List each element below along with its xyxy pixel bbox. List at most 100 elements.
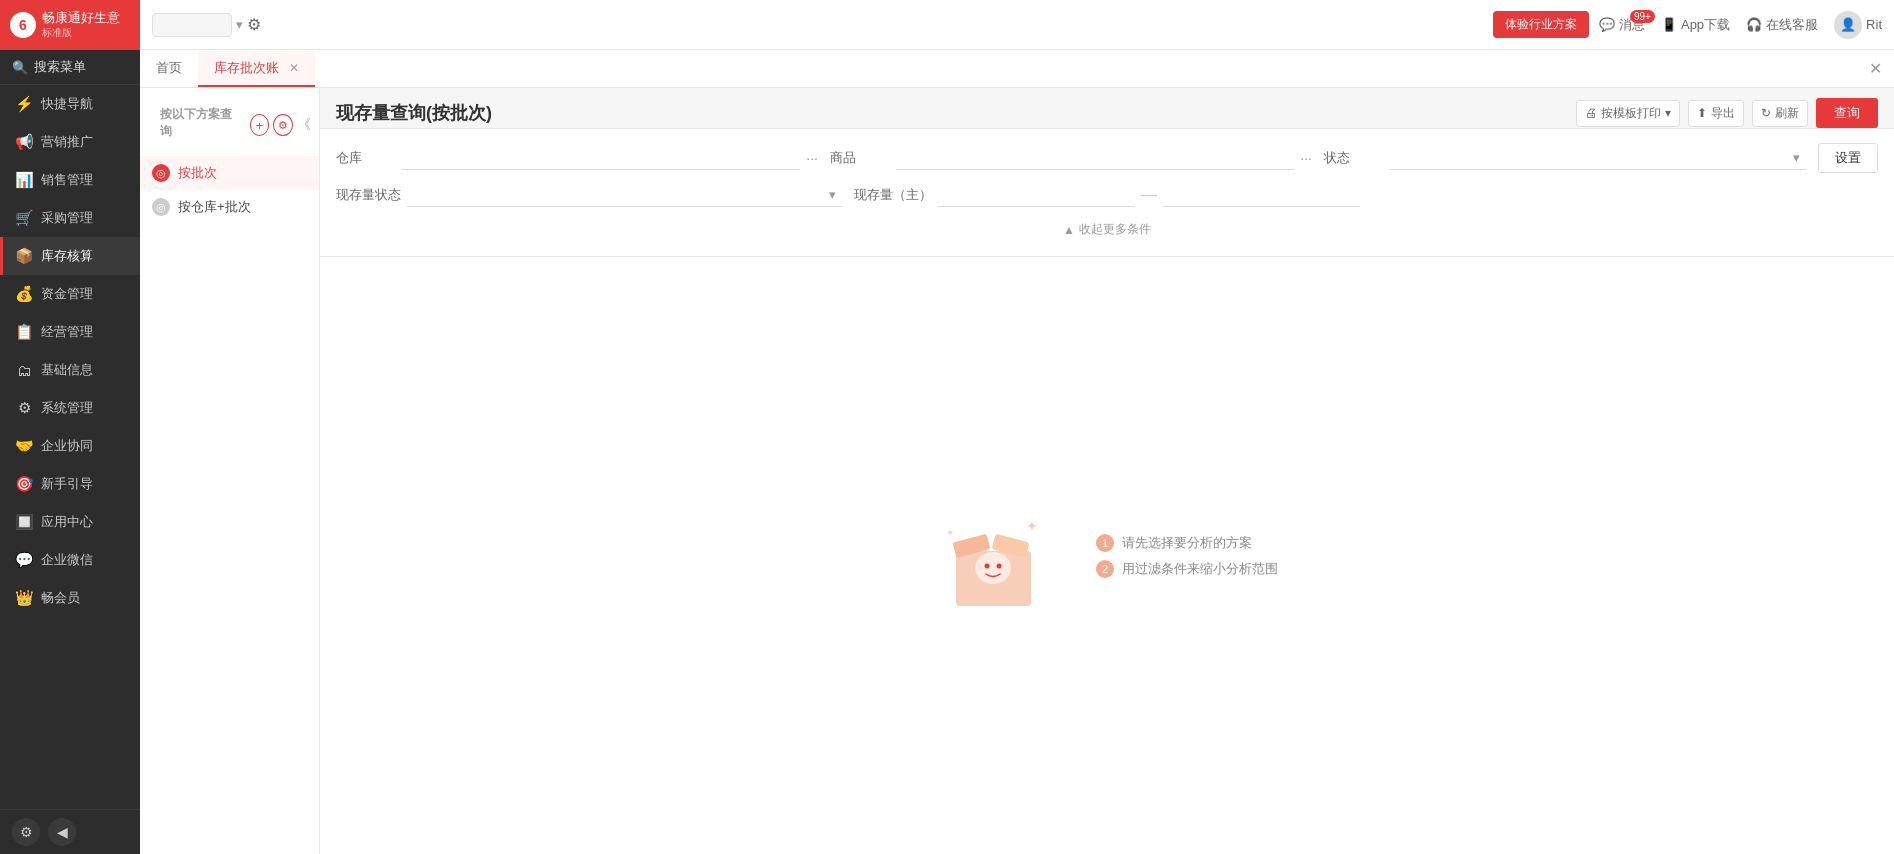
sidebar-item-basic[interactable]: 🗂 基础信息 (0, 351, 140, 389)
stock-qty-filter: 现存量（主） — (854, 183, 1360, 207)
search-icon: 🔍 (12, 60, 28, 75)
print-icon: 🖨 (1585, 106, 1597, 120)
nav-label-wechat: 企业微信 (41, 551, 93, 569)
header-actions: 🖨 按模板打印 ▾ ⬆ 导出 ↻ 刷新 查询 (1576, 98, 1878, 128)
tab-home[interactable]: 首页 (140, 51, 198, 87)
panel-item-by-batch[interactable]: ◎ 按批次 (140, 156, 319, 190)
messages-badge: 99+ (1630, 10, 1655, 23)
stock-qty-label: 现存量（主） (854, 186, 932, 204)
nav-label-finance: 资金管理 (41, 285, 93, 303)
sidebar-item-apps[interactable]: 🔲 应用中心 (0, 503, 140, 541)
settings-gear-btn[interactable]: ⚙ (12, 818, 40, 846)
sidebar-item-finance[interactable]: 💰 资金管理 (0, 275, 140, 313)
svg-text:✦: ✦ (946, 527, 954, 538)
collapse-btn[interactable]: ▲ 收起更多条件 (1055, 217, 1159, 242)
nav-icon-newbie: 🎯 (15, 475, 33, 493)
svg-point-5 (997, 563, 1002, 568)
tip-num-1: 1 (1096, 534, 1114, 552)
tab-close-icon[interactable]: ✕ (289, 61, 299, 75)
stock-status-dropdown[interactable]: ▾ (407, 183, 842, 207)
online-service-label: 在线客服 (1766, 16, 1818, 34)
sidebar-collapse-btn[interactable]: ◀ (48, 818, 76, 846)
chevron-down-icon: ▾ (236, 17, 243, 32)
topbar-search-input[interactable] (152, 13, 232, 37)
tab-panel-close-btn[interactable]: ✕ (1857, 59, 1894, 78)
sidebar-item-purchase[interactable]: 🛒 采购管理 (0, 199, 140, 237)
batch-icon: ◎ (152, 164, 170, 182)
sidebar-header: 6 畅康通好生意 标准版 (0, 0, 140, 50)
nav-icon-apps: 🔲 (15, 513, 33, 531)
nav-label-inventory: 库存核算 (41, 247, 93, 265)
right-content: 现存量查询(按批次) 🖨 按模板打印 ▾ ⬆ 导出 ↻ 刷新 (320, 88, 1894, 854)
add-scheme-btn[interactable]: + (250, 114, 270, 136)
message-icon: 💬 (1599, 17, 1615, 32)
nav-label-quick-nav: 快捷导航 (41, 95, 93, 113)
empty-svg: ✦ ✦ (936, 496, 1056, 616)
stock-status-arrow: ▾ (829, 187, 836, 202)
tab-batch-inventory[interactable]: 库存批次账 ✕ (198, 51, 315, 87)
warehouse-filter: 仓库 ··· (336, 146, 818, 170)
sidebar-item-newbie[interactable]: 🎯 新手引导 (0, 465, 140, 503)
scheme-settings-btn[interactable]: ⚙ (273, 114, 293, 136)
tip-item-1: 1 请先选择要分析的方案 (1096, 534, 1278, 552)
nav-icon-sales: 📊 (15, 171, 33, 189)
main-content: ▾ ⚙ 体验行业方案 💬 消息 99+ 📱 App下载 🎧 在线客服 👤 Rit (140, 0, 1894, 854)
sidebar-item-system[interactable]: ⚙ 系统管理 (0, 389, 140, 427)
status-dropdown-arrow: ▾ (1793, 150, 1800, 165)
stock-qty-input[interactable] (938, 183, 1135, 207)
product-more-icon[interactable]: ··· (1300, 150, 1312, 166)
panel-item-by-warehouse-batch[interactable]: ◎ 按仓库+批次 (140, 190, 319, 224)
warehouse-label: 仓库 (336, 149, 396, 167)
sidebar-item-inventory[interactable]: 📦 库存核算 (0, 237, 140, 275)
product-input[interactable] (896, 146, 1294, 170)
panel-title: 按以下方案查询 (148, 102, 246, 148)
panel-item-by-batch-label: 按批次 (178, 164, 217, 182)
app-download-btn[interactable]: 📱 App下载 (1661, 16, 1730, 34)
filter-row-2: 现存量状态 ▾ 现存量（主） — (336, 183, 1878, 207)
panel-collapse-btn[interactable]: 《 (297, 116, 311, 134)
sidebar-item-quick-nav[interactable]: ⚡ 快捷导航 (0, 85, 140, 123)
svg-text:✦: ✦ (1026, 518, 1038, 534)
empty-tips: 1 请先选择要分析的方案 2 用过滤条件来缩小分析范围 (1096, 534, 1278, 578)
messages-btn[interactable]: 💬 消息 99+ (1599, 16, 1645, 34)
online-service-btn[interactable]: 🎧 在线客服 (1746, 16, 1818, 34)
sidebar-item-marketing[interactable]: 📢 营销推广 (0, 123, 140, 161)
warehouse-input[interactable] (402, 146, 800, 170)
sidebar-item-member[interactable]: 👑 畅会员 (0, 579, 140, 617)
status-dropdown[interactable]: ▾ (1390, 146, 1806, 170)
topbar-actions: 体验行业方案 (1493, 11, 1589, 38)
export-btn[interactable]: ⬆ 导出 (1688, 100, 1744, 127)
svg-point-4 (985, 563, 990, 568)
topbar-icon-group: 💬 消息 99+ 📱 App下载 🎧 在线客服 👤 Rit (1599, 11, 1882, 39)
refresh-btn[interactable]: ↻ 刷新 (1752, 100, 1808, 127)
nav-icon-basic: 🗂 (15, 361, 33, 379)
tab-batch-inventory-label: 库存批次账 (214, 59, 279, 77)
tab-bar: 首页 库存批次账 ✕ ✕ (140, 50, 1894, 88)
gear-icon[interactable]: ⚙ (247, 15, 261, 34)
refresh-label: 刷新 (1775, 105, 1799, 122)
sidebar-item-enterprise[interactable]: 🤝 企业协同 (0, 427, 140, 465)
user-avatar[interactable]: 👤 Rit (1834, 11, 1882, 39)
status-filter: 状态 ▾ (1324, 146, 1806, 170)
page-header: 现存量查询(按批次) 🖨 按模板打印 ▾ ⬆ 导出 ↻ 刷新 (320, 88, 1894, 129)
refresh-icon: ↻ (1761, 106, 1771, 120)
sidebar-item-wechat[interactable]: 💬 企业微信 (0, 541, 140, 579)
filter-collapse-row: ▲ 收起更多条件 (336, 217, 1878, 242)
sidebar-search[interactable]: 🔍 搜索菜单 (0, 50, 140, 85)
stock-status-filter: 现存量状态 ▾ (336, 183, 842, 207)
sidebar-item-operations[interactable]: 📋 经营管理 (0, 313, 140, 351)
settings-btn[interactable]: 设置 (1818, 143, 1878, 173)
nav-label-member: 畅会员 (41, 589, 80, 607)
print-template-btn[interactable]: 🖨 按模板打印 ▾ (1576, 100, 1680, 127)
industry-btn[interactable]: 体验行业方案 (1493, 11, 1589, 38)
sidebar-title: 畅康通好生意 (42, 10, 120, 26)
sidebar-nav: ⚡ 快捷导航 📢 营销推广 📊 销售管理 🛒 采购管理 📦 库存核算 💰 资金管… (0, 85, 140, 809)
topbar-breadcrumb: ▾ ⚙ (152, 13, 1483, 37)
stock-qty-input2[interactable] (1163, 183, 1360, 207)
query-btn[interactable]: 查询 (1816, 98, 1878, 128)
nav-icon-finance: 💰 (15, 285, 33, 303)
warehouse-more-icon[interactable]: ··· (806, 150, 818, 166)
svg-point-3 (975, 552, 1011, 584)
sidebar-item-sales[interactable]: 📊 销售管理 (0, 161, 140, 199)
nav-label-system: 系统管理 (41, 399, 93, 417)
